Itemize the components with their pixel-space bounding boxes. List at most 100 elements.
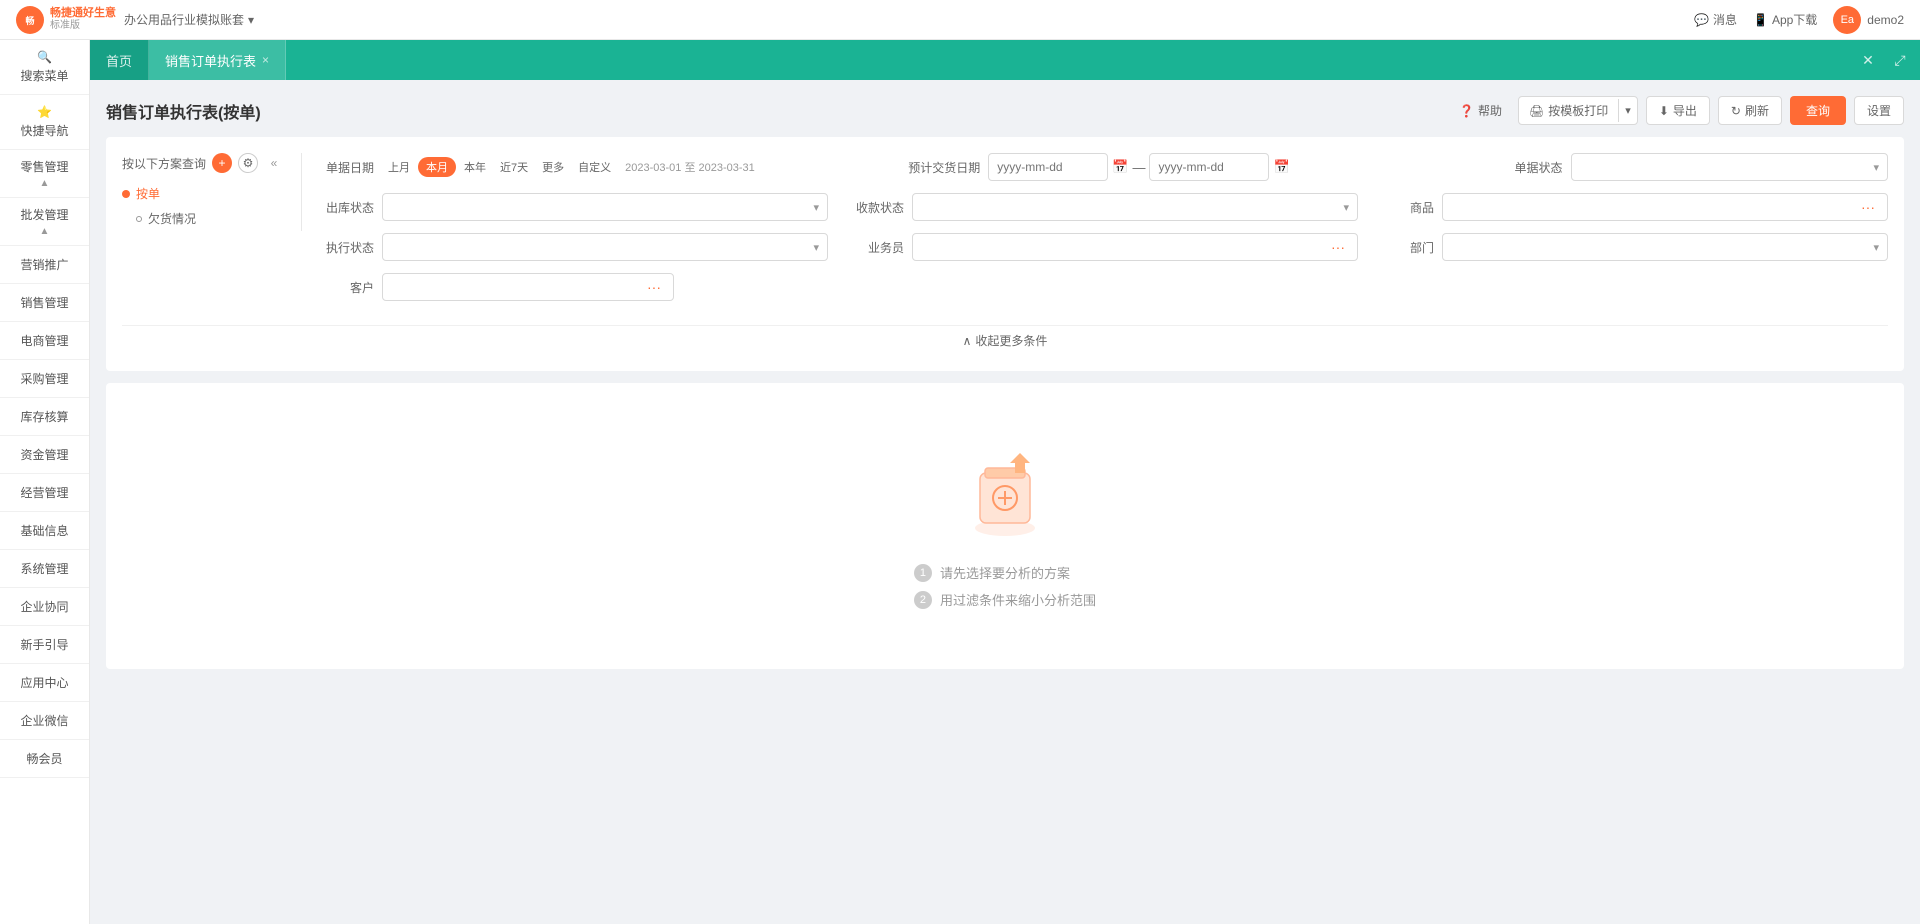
- sidebar-item-member[interactable]: 畅会员: [0, 740, 89, 778]
- scheme-sub-item-debt[interactable]: 欠货情况: [122, 206, 289, 231]
- header-left: 畅 畅捷通好生意 标准版 办公用品行业模拟账套 ▾: [16, 6, 254, 34]
- sidebar-label-inventory: 库存核算: [20, 408, 68, 425]
- sidebar-label-member: 畅会员: [26, 750, 62, 767]
- calendar-start-icon[interactable]: 📅: [1112, 159, 1128, 175]
- sidebar-label-guide: 新手引导: [20, 636, 68, 653]
- sidebar: 🔍 搜索菜单 ⭐ 快捷导航 零售管理 ▲ 批发管理 ▲ 营销推广 销售管理 电商…: [0, 40, 90, 924]
- goods-label: 商品: [1374, 199, 1434, 216]
- retail-arrow: ▲: [40, 178, 50, 189]
- sidebar-item-marketing[interactable]: 营销推广: [0, 246, 89, 284]
- scheme-item-order[interactable]: 按单: [122, 181, 289, 206]
- sidebar-item-retail[interactable]: 零售管理 ▲: [0, 150, 89, 198]
- sidebar-item-ecommerce[interactable]: 电商管理: [0, 322, 89, 360]
- calendar-end-icon[interactable]: 📅: [1273, 159, 1289, 175]
- delivery-start-input[interactable]: [988, 153, 1108, 181]
- print-btn[interactable]: 🖨 按模板打印: [1519, 97, 1618, 124]
- tab-home[interactable]: 首页: [90, 40, 149, 80]
- message-action[interactable]: 💬 消息: [1694, 11, 1737, 28]
- sidebar-item-wholesale[interactable]: 批发管理 ▲: [0, 198, 89, 246]
- scheme-sub-dot: [136, 216, 142, 222]
- tab-close-icon[interactable]: ×: [262, 53, 269, 67]
- scheme-title: 按以下方案查询: [122, 155, 206, 172]
- settings-btn[interactable]: 设置: [1854, 96, 1904, 125]
- date-range-text: 2023-03-01 至 2023-03-31: [625, 159, 755, 175]
- collapse-bar[interactable]: ∧ 收起更多条件: [122, 325, 1888, 355]
- delivery-end-input[interactable]: [1149, 153, 1269, 181]
- sidebar-item-search[interactable]: 🔍 搜索菜单: [0, 40, 89, 95]
- receipt-status-select[interactable]: ▾: [912, 193, 1358, 221]
- tip-num-2: 2: [914, 591, 932, 609]
- sidebar-item-system[interactable]: 系统管理: [0, 550, 89, 588]
- goods-ellipsis[interactable]: ···: [1857, 199, 1879, 215]
- order-status-select[interactable]: ▾: [1571, 153, 1889, 181]
- sidebar-label-system: 系统管理: [20, 560, 68, 577]
- date-tab-7days[interactable]: 近7天: [494, 157, 534, 177]
- date-tab-this-year[interactable]: 本年: [458, 157, 492, 177]
- sidebar-item-purchase[interactable]: 采购管理: [0, 360, 89, 398]
- print-icon: 🖨: [1529, 104, 1544, 118]
- sidebar-item-appstore[interactable]: 应用中心: [0, 664, 89, 702]
- sidebar-item-sales[interactable]: 销售管理: [0, 284, 89, 322]
- sidebar-item-cooperation[interactable]: 企业协同: [0, 588, 89, 626]
- logo-area: 畅 畅捷通好生意 标准版: [16, 6, 116, 34]
- customer-select[interactable]: ···: [382, 273, 674, 301]
- search-icon: 🔍: [37, 50, 52, 64]
- exec-status-select[interactable]: ▾: [382, 233, 828, 261]
- scheme-collapse-btn[interactable]: «: [264, 153, 284, 173]
- date-tab-this-month[interactable]: 本月: [418, 157, 456, 177]
- scheme-add-btn[interactable]: +: [212, 153, 232, 173]
- sidebar-label-basic: 基础信息: [20, 522, 68, 539]
- date-label: 单据日期: [314, 159, 374, 176]
- exec-status-label: 执行状态: [314, 239, 374, 256]
- tab-sales-order[interactable]: 销售订单执行表 ×: [149, 40, 286, 80]
- delivery-label: 预计交货日期: [908, 159, 980, 176]
- sidebar-item-operation[interactable]: 经营管理: [0, 474, 89, 512]
- tab-expand-btn[interactable]: ⤢: [1888, 48, 1912, 72]
- main-layout: 🔍 搜索菜单 ⭐ 快捷导航 零售管理 ▲ 批发管理 ▲ 营销推广 销售管理 电商…: [0, 40, 1920, 924]
- sidebar-item-finance[interactable]: 资金管理: [0, 436, 89, 474]
- department-label: 部门: [1374, 239, 1434, 256]
- app-download-icon: 📱: [1753, 13, 1768, 27]
- tab-close-window-btn[interactable]: ✕: [1856, 48, 1880, 72]
- query-btn[interactable]: 查询: [1790, 96, 1846, 125]
- help-btn[interactable]: ❓ 帮助: [1451, 98, 1510, 123]
- sidebar-item-guide[interactable]: 新手引导: [0, 626, 89, 664]
- salesperson-select[interactable]: ···: [912, 233, 1358, 261]
- filter-row-3: 执行状态 ▾ 业务员 ···: [314, 233, 1888, 261]
- sidebar-label-ecommerce: 电商管理: [20, 332, 68, 349]
- salesperson-ellipsis[interactable]: ···: [1327, 239, 1349, 255]
- app-download-action[interactable]: 📱 App下载: [1753, 11, 1817, 28]
- customer-ellipsis[interactable]: ···: [643, 279, 665, 295]
- sidebar-item-inventory[interactable]: 库存核算: [0, 398, 89, 436]
- export-btn[interactable]: ⬇ 导出: [1646, 96, 1710, 125]
- filter-row-1: 单据日期 上月 本月 本年 近7天 更多 自定义: [314, 153, 1888, 181]
- sidebar-item-quicknav[interactable]: ⭐ 快捷导航: [0, 95, 89, 150]
- scheme-section: 按以下方案查询 + ⚙ « 按单 欠货情况: [122, 153, 302, 231]
- filter-group-delivery: 预计交货日期 📅 — 📅: [908, 153, 1486, 181]
- help-label: 帮助: [1478, 102, 1502, 119]
- empty-illustration: [955, 443, 1055, 543]
- breadcrumb[interactable]: 办公用品行业模拟账套 ▾: [124, 11, 254, 28]
- refresh-label: 刷新: [1745, 102, 1769, 119]
- user-area[interactable]: Ea demo2: [1833, 6, 1904, 34]
- user-name: demo2: [1867, 13, 1904, 27]
- order-status-arrow: ▾: [1873, 161, 1879, 174]
- goods-select[interactable]: ···: [1442, 193, 1888, 221]
- message-label: 消息: [1713, 11, 1737, 28]
- export-label: 导出: [1673, 102, 1697, 119]
- out-status-select[interactable]: ▾: [382, 193, 828, 221]
- sidebar-item-basic[interactable]: 基础信息: [0, 512, 89, 550]
- date-tab-last-month[interactable]: 上月: [382, 157, 416, 177]
- department-select[interactable]: ▾: [1442, 233, 1888, 261]
- scheme-settings-btn[interactable]: ⚙: [238, 153, 258, 173]
- page-title: 销售订单执行表(按单): [106, 99, 261, 123]
- date-tab-more[interactable]: 更多: [536, 157, 570, 177]
- sidebar-item-wechat[interactable]: 企业微信: [0, 702, 89, 740]
- out-status-arrow: ▾: [813, 201, 819, 214]
- filter-group-goods: 商品 ···: [1374, 193, 1888, 221]
- refresh-btn[interactable]: ↻ 刷新: [1718, 96, 1782, 125]
- sidebar-label-quicknav: 快捷导航: [20, 122, 68, 139]
- date-input-group: 📅 — 📅: [988, 153, 1289, 181]
- print-dropdown-btn[interactable]: ▾: [1618, 99, 1637, 122]
- date-tab-custom[interactable]: 自定义: [572, 157, 617, 177]
